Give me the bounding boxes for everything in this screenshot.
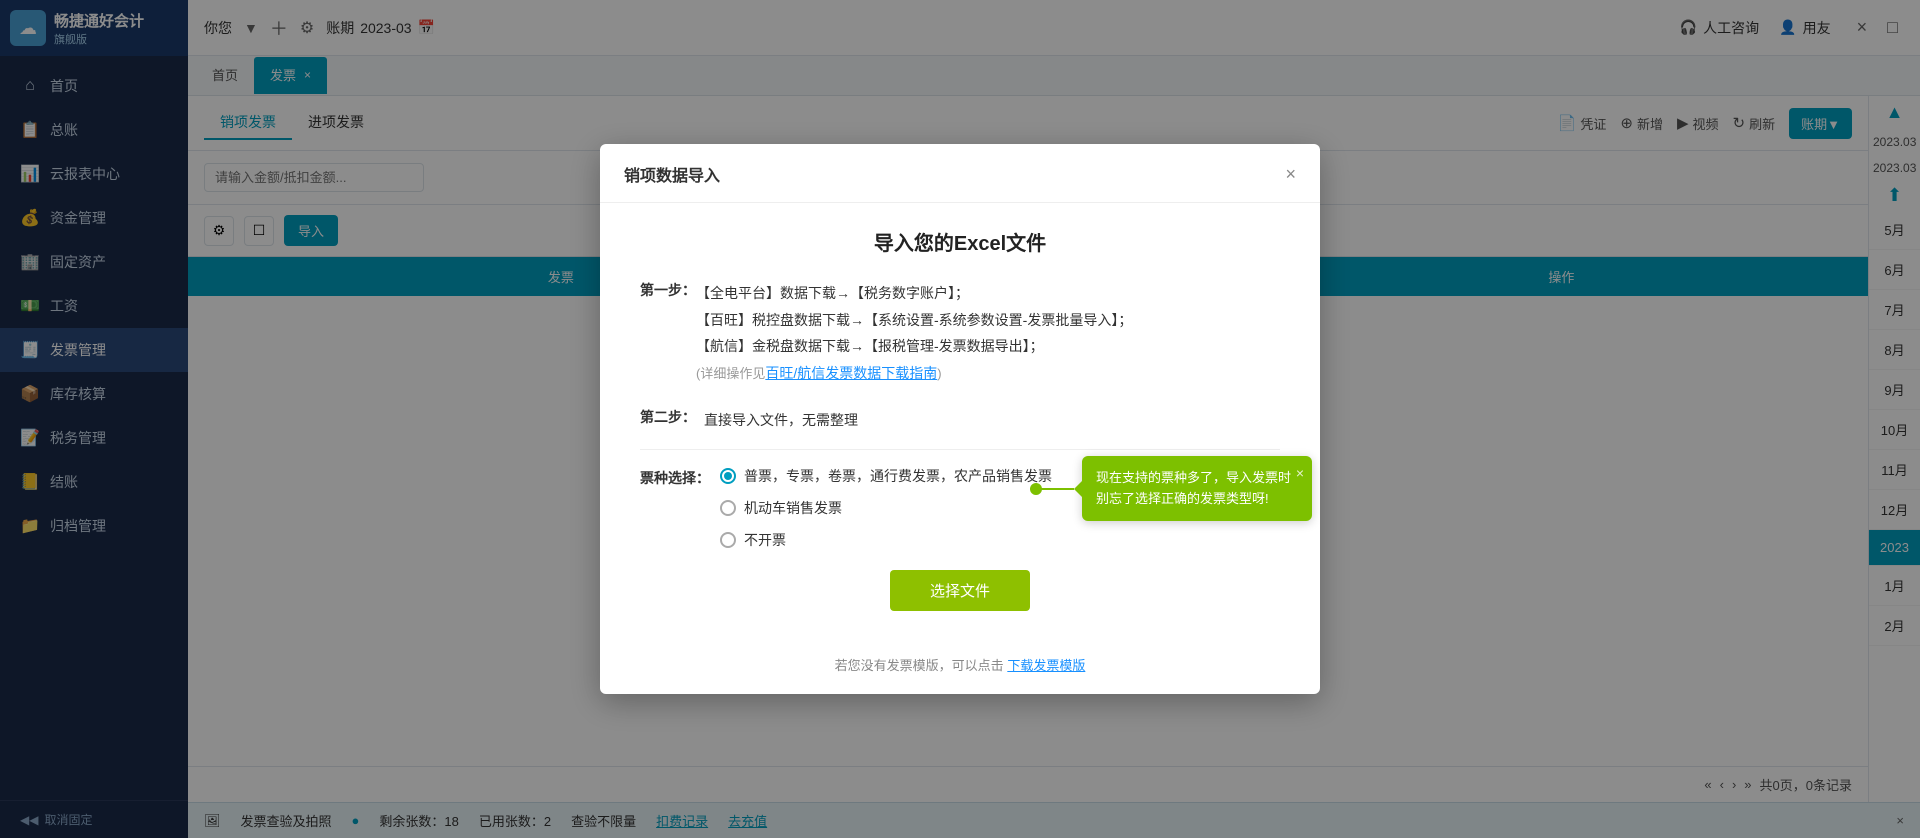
step1-block: 第一步： 【全电平台】数据下载→【税务数字账户】； 【百旺】税控盘数据下载→【系… bbox=[640, 280, 1280, 386]
modal-divider bbox=[640, 449, 1280, 450]
modal-footer: 若您没有发票模版，可以点击 下载发票模版 bbox=[600, 655, 1320, 694]
radio-circle-2 bbox=[720, 500, 736, 516]
step1-line1: 【全电平台】数据下载→【税务数字账户】； bbox=[696, 280, 1132, 307]
modal-overlay: 销项数据导入 × 导入您的Excel文件 第一步： 【全电平台】数据下载→【税务… bbox=[0, 0, 1920, 838]
tooltip-bubble: × 现在支持的票种多了，导入发票时别忘了选择正确的发票类型呀! bbox=[1082, 456, 1312, 522]
ticket-section: 票种选择： 普票，专票，卷票，通行费发票，农产品销售发票 × 现在支持的票种多了… bbox=[640, 466, 1280, 550]
modal-body: 导入您的Excel文件 第一步： 【全电平台】数据下载→【税务数字账户】； 【百… bbox=[600, 203, 1320, 654]
modal-close-btn[interactable]: × bbox=[1285, 164, 1296, 185]
tooltip-text: 现在支持的票种多了，导入发票时别忘了选择正确的发票类型呀! bbox=[1096, 470, 1291, 506]
ticket-label: 票种选择： bbox=[640, 468, 710, 488]
footer-text: 若您没有发票模版，可以点击 bbox=[835, 658, 1004, 673]
tooltip-close-btn[interactable]: × bbox=[1296, 462, 1304, 484]
hint-suffix: ) bbox=[937, 366, 941, 381]
tooltip-line bbox=[1038, 488, 1074, 490]
step2-block: 第二步： 直接导入文件，无需整理 bbox=[640, 407, 1280, 433]
step1-line2: 【百旺】税控盘数据下载→【系统设置-系统参数设置-发票批量导入】； bbox=[696, 307, 1132, 334]
step1-label: 第一步： bbox=[640, 280, 696, 380]
step2-text: 直接导入文件，无需整理 bbox=[704, 410, 858, 430]
radio-item-3[interactable]: 不开票 bbox=[720, 530, 1052, 550]
radio-item-1[interactable]: 普票，专票，卷票，通行费发票，农产品销售发票 × 现在支持的票种多了，导入发票时… bbox=[720, 466, 1052, 486]
import-modal: 销项数据导入 × 导入您的Excel文件 第一步： 【全电平台】数据下载→【税务… bbox=[600, 144, 1320, 693]
step1-content: 【全电平台】数据下载→【税务数字账户】； 【百旺】税控盘数据下载→【系统设置-系… bbox=[696, 280, 1132, 386]
radio-item-2[interactable]: 机动车销售发票 bbox=[720, 498, 1052, 518]
step2-row: 第二步： 直接导入文件，无需整理 bbox=[640, 407, 1280, 433]
radio-circle-1 bbox=[720, 468, 736, 484]
select-file-btn[interactable]: 选择文件 bbox=[890, 570, 1030, 611]
hint-prefix: (详细操作见 bbox=[696, 366, 765, 381]
radio-circle-3 bbox=[720, 532, 736, 548]
radio-label-1: 普票，专票，卷票，通行费发票，农产品销售发票 bbox=[744, 466, 1052, 486]
radio-label-3: 不开票 bbox=[744, 530, 786, 550]
step1-row: 第一步： 【全电平台】数据下载→【税务数字账户】； 【百旺】税控盘数据下载→【系… bbox=[640, 280, 1280, 386]
step1-link: (详细操作见百旺/航信发票数据下载指南) bbox=[696, 360, 1132, 387]
modal-title: 销项数据导入 bbox=[624, 162, 720, 186]
radio-group: 普票，专票，卷票，通行费发票，农产品销售发票 × 现在支持的票种多了，导入发票时… bbox=[720, 466, 1052, 550]
step1-line3: 【航信】金税盘数据下载→【报税管理-发票数据导出】； bbox=[696, 333, 1132, 360]
step2-label: 第二步： bbox=[640, 407, 696, 427]
radio-label-2: 机动车销售发票 bbox=[744, 498, 842, 518]
modal-header: 销项数据导入 × bbox=[600, 144, 1320, 203]
modal-main-title: 导入您的Excel文件 bbox=[640, 227, 1280, 256]
download-template-link[interactable]: 下载发票模版 bbox=[1007, 658, 1085, 673]
guide-link[interactable]: 百旺/航信发票数据下载指南 bbox=[765, 365, 937, 381]
